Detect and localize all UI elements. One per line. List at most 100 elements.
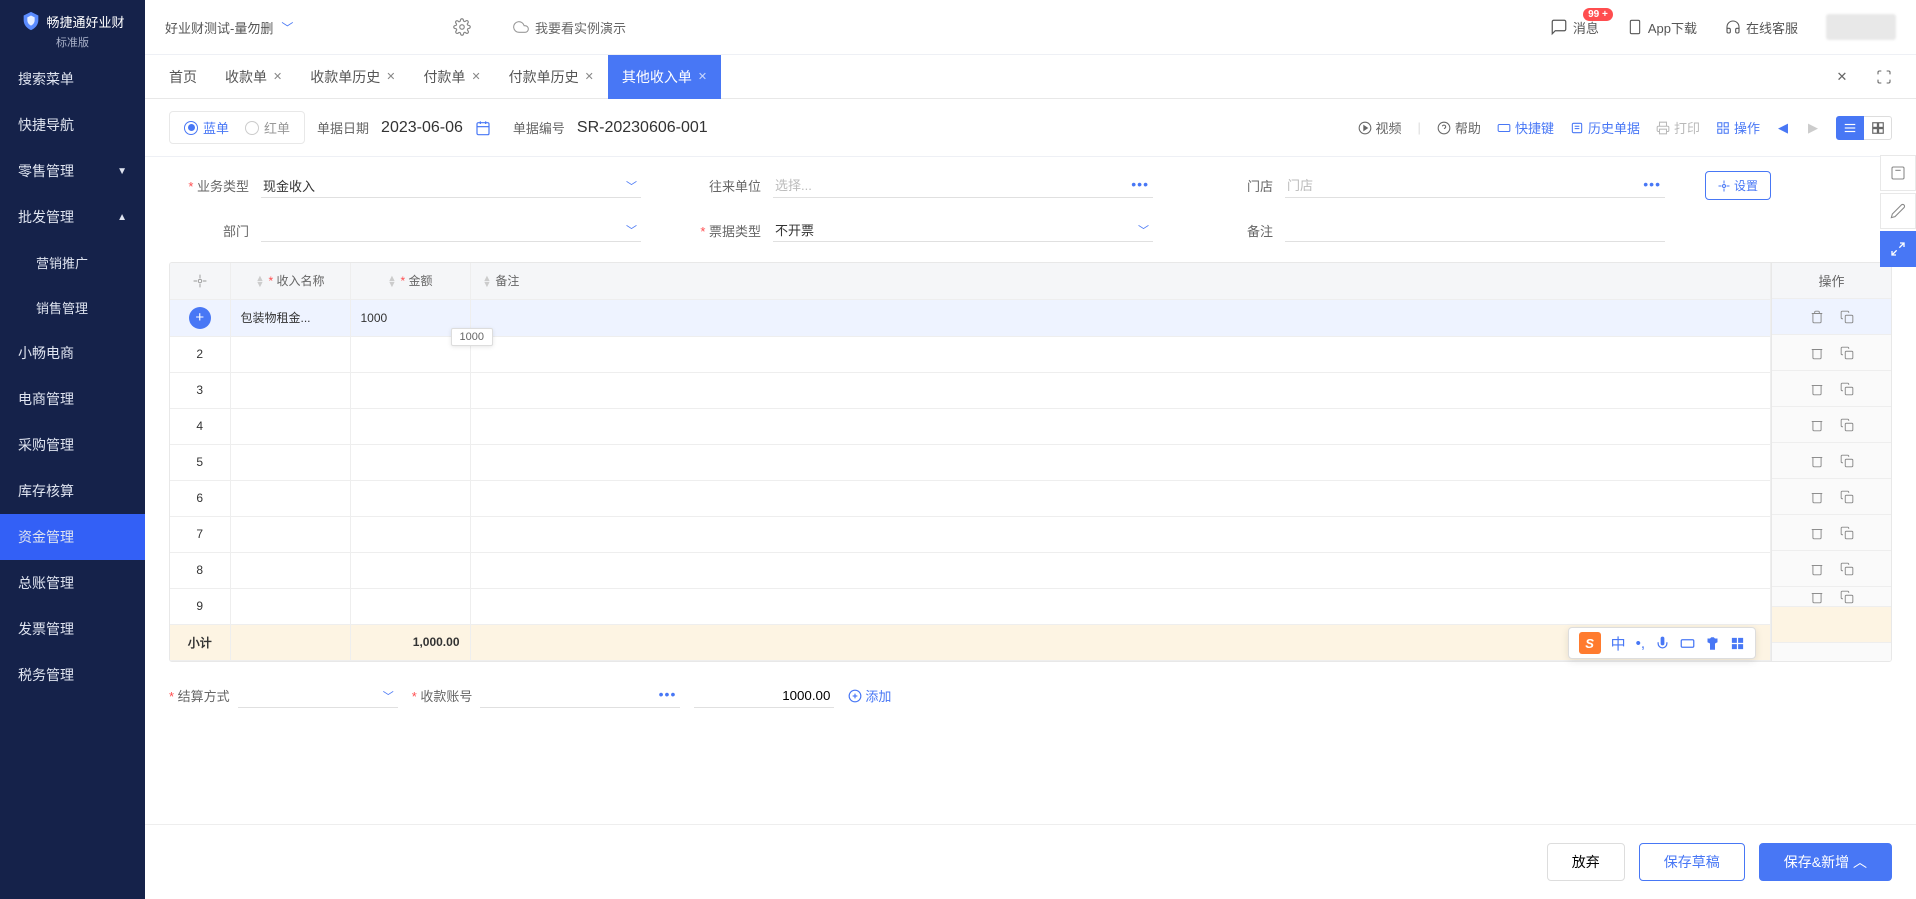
cell-note[interactable] <box>470 299 1771 336</box>
copy-icon[interactable] <box>1840 418 1854 432</box>
invoice-select[interactable] <box>773 218 1153 242</box>
ime-skin-icon[interactable] <box>1705 636 1720 651</box>
table-row[interactable]: 4 <box>170 408 1771 444</box>
tab-payment-history[interactable]: 付款单历史✕ <box>495 55 608 99</box>
history-link[interactable]: 历史单据 <box>1570 118 1640 137</box>
copy-icon[interactable] <box>1840 382 1854 396</box>
cancel-button[interactable]: 放弃 <box>1547 843 1625 881</box>
help-link[interactable]: 帮助 <box>1437 118 1481 137</box>
table-row[interactable]: 9 <box>170 588 1771 624</box>
app-download[interactable]: App下载 <box>1627 18 1697 37</box>
copy-icon[interactable] <box>1840 590 1854 604</box>
dept-select[interactable] <box>261 218 641 242</box>
cell-name[interactable]: 包装物租金... <box>231 300 350 336</box>
calendar-icon[interactable] <box>475 120 491 136</box>
settle-amount[interactable] <box>694 684 834 708</box>
view-card-icon[interactable] <box>1864 116 1892 140</box>
ime-toolbar[interactable]: S 中 •, <box>1568 627 1756 659</box>
tab-home[interactable]: 首页 <box>155 55 211 99</box>
delete-icon[interactable] <box>1810 382 1824 396</box>
nav-purchase[interactable]: 采购管理 <box>0 422 145 468</box>
nav-funds[interactable]: 资金管理 <box>0 514 145 560</box>
copy-icon[interactable] <box>1840 490 1854 504</box>
nav-ecommerce1[interactable]: 小畅电商 <box>0 330 145 376</box>
remark-input[interactable] <box>1285 218 1665 242</box>
save-new-button[interactable]: 保存&新增 ︿ <box>1759 843 1892 881</box>
nav-retail[interactable]: 零售管理▼ <box>0 148 145 194</box>
nav-ledger[interactable]: 总账管理 <box>0 560 145 606</box>
table-row[interactable]: 8 <box>170 552 1771 588</box>
close-icon[interactable]: ✕ <box>471 70 480 83</box>
biz-select[interactable] <box>261 174 641 198</box>
table-row[interactable]: 6 <box>170 480 1771 516</box>
settings-icon[interactable] <box>453 18 471 36</box>
copy-icon[interactable] <box>1840 526 1854 540</box>
strip-expand-icon[interactable] <box>1880 231 1916 267</box>
user-avatar[interactable] <box>1826 14 1896 40</box>
add-row-button[interactable]: + <box>189 307 211 329</box>
cell-amount[interactable]: 1000 <box>351 311 398 325</box>
ime-lang[interactable]: 中 <box>1611 633 1626 654</box>
next-doc-icon[interactable]: ▶ <box>1806 120 1820 136</box>
col-name[interactable]: ▲▼收入名称 <box>230 263 350 299</box>
shortcut-link[interactable]: 快捷键 <box>1497 118 1554 137</box>
tab-other-income[interactable]: 其他收入单✕ <box>608 55 721 99</box>
col-gear[interactable] <box>170 263 230 299</box>
nav-marketing[interactable]: 营销推广 <box>0 240 145 285</box>
nav-ecommerce2[interactable]: 电商管理 <box>0 376 145 422</box>
tab-payment[interactable]: 付款单✕ <box>409 55 494 99</box>
prev-doc-icon[interactable]: ◀ <box>1776 120 1790 136</box>
delete-icon[interactable] <box>1810 310 1824 324</box>
col-amount[interactable]: ▲▼金额 <box>350 263 470 299</box>
shop-select[interactable] <box>1285 174 1665 198</box>
close-all-button[interactable]: ✕ <box>1828 63 1856 91</box>
ime-punct-icon[interactable]: •, <box>1636 635 1645 652</box>
demo-link[interactable]: 我要看实例演示 <box>513 18 626 37</box>
table-row[interactable]: 2 <box>170 336 1771 372</box>
strip-edit-icon[interactable] <box>1880 193 1916 229</box>
delete-icon[interactable] <box>1810 526 1824 540</box>
nav-inventory[interactable]: 库存核算 <box>0 468 145 514</box>
copy-icon[interactable] <box>1840 562 1854 576</box>
save-draft-button[interactable]: 保存草稿 <box>1639 843 1745 881</box>
delete-icon[interactable] <box>1810 418 1824 432</box>
copy-icon[interactable] <box>1840 310 1854 324</box>
copy-icon[interactable] <box>1840 454 1854 468</box>
table-row[interactable]: + 包装物租金... 1000 1000 <box>170 299 1771 336</box>
ime-menu-icon[interactable] <box>1730 636 1745 651</box>
date-value[interactable]: 2023-06-06 <box>381 119 463 137</box>
nav-wholesale[interactable]: 批发管理▲ <box>0 194 145 240</box>
tab-receipt[interactable]: 收款单✕ <box>211 55 296 99</box>
copy-icon[interactable] <box>1840 346 1854 360</box>
close-icon[interactable]: ✕ <box>386 70 395 83</box>
online-service[interactable]: 在线客服 <box>1725 18 1798 37</box>
table-row[interactable]: 3 <box>170 372 1771 408</box>
tab-receipt-history[interactable]: 收款单历史✕ <box>296 55 409 99</box>
unit-select[interactable] <box>773 174 1153 198</box>
nav-quick[interactable]: 快捷导航 <box>0 102 145 148</box>
col-note[interactable]: ▲▼备注 <box>470 263 1771 299</box>
ime-mic-icon[interactable] <box>1655 636 1670 651</box>
ops-link[interactable]: 操作 <box>1716 118 1760 137</box>
settle-method-select[interactable] <box>238 684 398 708</box>
account-select[interactable] <box>480 684 680 708</box>
radio-red[interactable]: 红单 <box>245 118 290 137</box>
nav-sales[interactable]: 销售管理 <box>0 285 145 330</box>
workspace-selector[interactable]: 好业财测试-量勿删 ﹀ <box>165 18 435 37</box>
view-list-icon[interactable] <box>1836 116 1864 140</box>
delete-icon[interactable] <box>1810 590 1824 604</box>
nav-invoice[interactable]: 发票管理 <box>0 606 145 652</box>
table-row[interactable]: 7 <box>170 516 1771 552</box>
settings-button[interactable]: 设置 <box>1705 171 1771 200</box>
nav-tax[interactable]: 税务管理 <box>0 652 145 698</box>
close-icon[interactable]: ✕ <box>698 70 707 83</box>
close-icon[interactable]: ✕ <box>585 70 594 83</box>
table-row[interactable]: 5 <box>170 444 1771 480</box>
add-settlement-button[interactable]: 添加 <box>848 686 891 705</box>
video-link[interactable]: 视频 <box>1358 118 1402 137</box>
delete-icon[interactable] <box>1810 454 1824 468</box>
ime-keyboard-icon[interactable] <box>1680 636 1695 651</box>
delete-icon[interactable] <box>1810 346 1824 360</box>
delete-icon[interactable] <box>1810 490 1824 504</box>
close-icon[interactable]: ✕ <box>273 70 282 83</box>
